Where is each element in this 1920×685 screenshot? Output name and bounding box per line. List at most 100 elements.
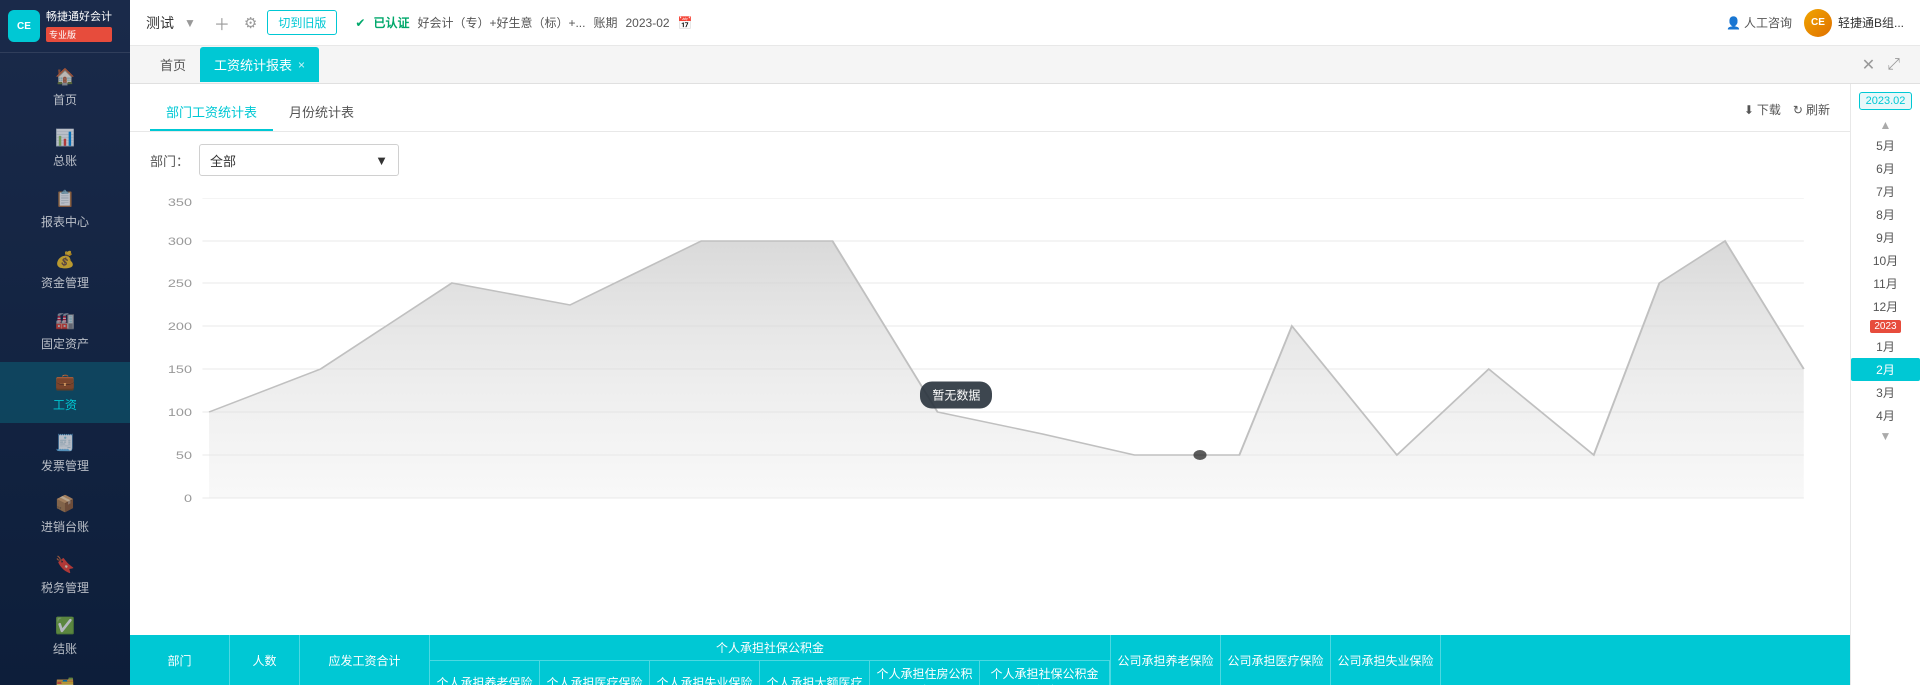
- sidebar-item-ledger[interactable]: 📊 总账: [0, 118, 130, 179]
- close-panel-button[interactable]: ✕: [1858, 53, 1879, 77]
- sidebar-item-invoice[interactable]: 🧾 发票管理: [0, 423, 130, 484]
- rp-month-sep[interactable]: 9月: [1851, 226, 1920, 249]
- rp-month-jan[interactable]: 1月: [1851, 335, 1920, 358]
- svg-text:300: 300: [168, 235, 192, 248]
- calendar-icon[interactable]: 📅: [678, 16, 693, 30]
- rp-month-feb[interactable]: 2月: [1851, 358, 1920, 381]
- content-main: 部门工资统计表 月份统计表 ⬇ 下载 ↻ 刷新: [130, 84, 1850, 685]
- app-name: 畅捷通好会计: [46, 10, 112, 24]
- help-label: 人工咨询: [1744, 14, 1792, 31]
- product-tags: 好会计（专）+好生意（标）+...: [417, 14, 585, 31]
- main-area: 测试 ▼ ＋ ⚙ 切到旧版 ✔ 已认证 好会计（专）+好生意（标）+... 账期…: [130, 0, 1920, 685]
- chart-wrapper: 0 50 100 150 200 250 300 350: [150, 198, 1830, 635]
- subtab-monthly[interactable]: 月份统计表: [273, 94, 370, 131]
- sidebar-label-home: 首页: [53, 91, 77, 108]
- chart-container: 0 50 100 150 200 250 300 350: [130, 188, 1850, 635]
- assets-icon: 🏭: [55, 311, 75, 331]
- right-panel: 2023.02 ▲ 5月 6月 7月 8月 9月 10月 11月 12月 202…: [1850, 84, 1920, 685]
- maximize-button[interactable]: ⤢: [1883, 53, 1904, 77]
- sidebar-label-invoice: 发票管理: [41, 457, 89, 474]
- tab-salary-label: 工资统计报表: [214, 55, 292, 74]
- th-company-medical: 公司承担医疗保险: [1221, 635, 1331, 685]
- svg-text:350: 350: [168, 198, 192, 209]
- home-icon: 🏠: [55, 67, 75, 87]
- sidebar-label-salary: 工资: [53, 396, 77, 413]
- user-avatar[interactable]: CE 轻捷通B组...: [1804, 9, 1904, 37]
- sidebar-label-settlement: 结账: [53, 640, 77, 657]
- sidebar-nav: 🏠 首页 📊 总账 📋 报表中心 💰 资金管理 🏭 固定资产 💼 工资 🧾 发票…: [0, 53, 130, 685]
- sidebar-label-trade: 进销台账: [41, 518, 89, 535]
- sidebar-item-salary[interactable]: 💼 工资: [0, 362, 130, 423]
- tab-salary-report[interactable]: 工资统计报表 ×: [200, 47, 319, 82]
- rp-month-aug[interactable]: 8月: [1851, 203, 1920, 226]
- th-personal-serious-illness: 个人承担大额医疗: [760, 661, 870, 685]
- th-personal-total: 个人承担社保公积金合计: [980, 661, 1110, 685]
- switch-old-button[interactable]: 切到旧版: [267, 10, 337, 35]
- logo-icon: CE: [8, 10, 40, 42]
- sidebar-item-funds[interactable]: 💰 资金管理: [0, 240, 130, 301]
- rp-month-jul[interactable]: 7月: [1851, 180, 1920, 203]
- svg-text:250: 250: [168, 277, 192, 290]
- sidebar-item-trade[interactable]: 📦 进销台账: [0, 484, 130, 545]
- rp-month-nov[interactable]: 11月: [1851, 272, 1920, 295]
- subtab-dept[interactable]: 部门工资统计表: [150, 94, 273, 131]
- sidebar-item-tax[interactable]: 🔖 税务管理: [0, 545, 130, 606]
- svg-text:0: 0: [184, 492, 192, 505]
- app-version: 专业版: [46, 27, 112, 42]
- status-certified: 已认证: [373, 14, 409, 31]
- settlement-icon: ✅: [55, 616, 75, 636]
- th-personal-pension: 个人承担养老保险: [430, 661, 540, 685]
- help-button[interactable]: 👤 人工咨询: [1726, 14, 1792, 31]
- svg-text:200: 200: [168, 320, 192, 333]
- rp-down-arrow[interactable]: ▼: [1880, 427, 1892, 445]
- th-personal-medical: 个人承担医疗保险: [540, 661, 650, 685]
- sidebar: CE 畅捷通好会计 专业版 🏠 首页 📊 总账 📋 报表中心 💰 资金管理 🏭 …: [0, 0, 130, 685]
- sidebar-item-settlement[interactable]: ✅ 结账: [0, 606, 130, 667]
- tab-close-icon[interactable]: ×: [298, 58, 305, 72]
- topbar-actions: ＋ ⚙ 切到旧版: [210, 9, 337, 37]
- archive-icon: 🗂️: [55, 677, 75, 685]
- content-area: 部门工资统计表 月份统计表 ⬇ 下载 ↻ 刷新: [130, 84, 1920, 685]
- dept-filter-select[interactable]: 全部 ▼: [199, 144, 399, 176]
- period-label: 账期: [593, 14, 617, 31]
- rp-month-oct[interactable]: 10月: [1851, 249, 1920, 272]
- th-company-unemployment: 公司承担失业保险: [1331, 635, 1441, 685]
- th-personal-unemployment: 个人承担失业保险: [650, 661, 760, 685]
- th-total-salary: 应发工资合计: [300, 635, 430, 685]
- period-value: 2023-02: [626, 16, 670, 30]
- topbar-status: ✔ 已认证 好会计（专）+好生意（标）+... 账期 2023-02 📅: [355, 14, 692, 31]
- sidebar-item-reports[interactable]: 📋 报表中心: [0, 179, 130, 240]
- subtab-actions: ⬇ 下载 ↻ 刷新: [1744, 101, 1830, 124]
- company-name: 测试: [146, 13, 174, 33]
- rp-up-arrow[interactable]: ▲: [1880, 116, 1892, 134]
- dept-filter-label: 部门：: [150, 151, 189, 170]
- select-arrow-icon: ▼: [375, 153, 388, 168]
- dropdown-arrow-icon: ▼: [184, 16, 196, 30]
- tab-home[interactable]: 首页: [146, 47, 200, 82]
- download-button[interactable]: ⬇ 下载: [1744, 101, 1781, 118]
- th-group-personal: 个人承担社保公积金 个人承担养老保险 个人承担医疗保险 个人承担失业保险: [430, 635, 1111, 685]
- svg-text:150: 150: [168, 363, 192, 376]
- sidebar-item-home[interactable]: 🏠 首页: [0, 57, 130, 118]
- funds-icon: 💰: [55, 250, 75, 270]
- settings-button[interactable]: ⚙: [240, 12, 261, 34]
- app-logo: CE 畅捷通好会计 专业版: [0, 0, 130, 53]
- rp-month-dec[interactable]: 12月: [1851, 295, 1920, 318]
- year-2023-badge: 2023: [1870, 320, 1900, 333]
- rp-month-jun[interactable]: 6月: [1851, 157, 1920, 180]
- user-name: 轻捷通B组...: [1838, 14, 1904, 31]
- help-icon: 👤: [1726, 16, 1741, 30]
- sidebar-item-assets[interactable]: 🏭 固定资产: [0, 301, 130, 362]
- rp-month-apr[interactable]: 4月: [1851, 404, 1920, 427]
- download-icon: ⬇: [1744, 103, 1754, 117]
- invoice-icon: 🧾: [55, 433, 75, 453]
- th-dept: 部门: [130, 635, 230, 685]
- rp-month-mar[interactable]: 3月: [1851, 381, 1920, 404]
- refresh-icon: ↻: [1793, 103, 1803, 117]
- refresh-button[interactable]: ↻ 刷新: [1793, 101, 1830, 118]
- sidebar-item-archive[interactable]: 🗂️ 归档管理: [0, 667, 130, 685]
- svg-text:50: 50: [176, 449, 192, 462]
- add-button[interactable]: ＋: [210, 9, 234, 37]
- table-header: 部门 人数 应发工资合计 个人承担社保公积金 个人承担养老保险: [130, 635, 1850, 685]
- rp-month-may[interactable]: 5月: [1851, 134, 1920, 157]
